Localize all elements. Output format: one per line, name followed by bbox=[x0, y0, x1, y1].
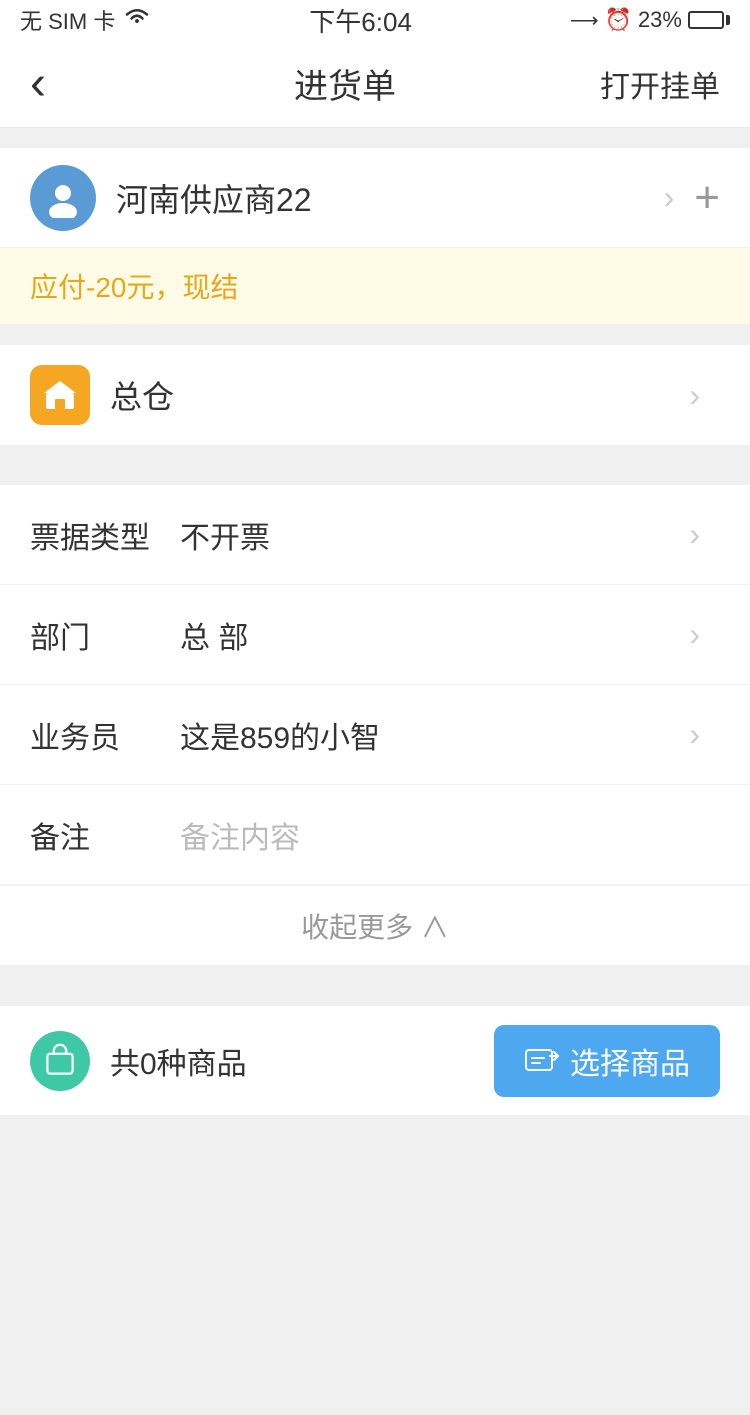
warehouse-row[interactable]: 总仓 › bbox=[0, 345, 750, 445]
product-icon bbox=[30, 1031, 90, 1091]
form-section: 票据类型 不开票 › 部门 总 部 › 业务员 这是859的小智 › 备注 备注… bbox=[0, 485, 750, 965]
supplier-chevron-icon: › bbox=[664, 179, 675, 216]
nav-bar: ‹ 进货单 打开挂单 bbox=[0, 40, 750, 128]
supplier-section: 河南供应商22 › + 应付-20元，现结 bbox=[0, 148, 750, 325]
remark-input[interactable]: 备注内容 bbox=[170, 813, 720, 857]
page-background bbox=[0, 1115, 750, 1415]
department-row[interactable]: 部门 总 部 › bbox=[0, 585, 750, 685]
department-value: 总 部 bbox=[170, 613, 689, 657]
warehouse-icon bbox=[30, 365, 90, 425]
wifi-icon bbox=[123, 7, 151, 33]
divider-4 bbox=[0, 965, 750, 985]
select-product-button[interactable]: 选择商品 bbox=[494, 1025, 720, 1097]
warehouse-chevron-icon: › bbox=[689, 377, 700, 414]
invoice-type-row[interactable]: 票据类型 不开票 › bbox=[0, 485, 750, 585]
salesperson-label: 业务员 bbox=[30, 713, 170, 757]
add-supplier-button[interactable]: + bbox=[694, 176, 720, 220]
status-bar: 无 SIM 卡 下午6:04 ⟶ ⏰ 23% bbox=[0, 0, 750, 40]
remark-row[interactable]: 备注 备注内容 bbox=[0, 785, 750, 885]
open-pending-button[interactable]: 打开挂单 bbox=[600, 62, 720, 106]
invoice-type-label: 票据类型 bbox=[30, 513, 170, 557]
bottom-bar: 共0种商品 选择商品 bbox=[0, 1005, 750, 1115]
salesperson-row[interactable]: 业务员 这是859的小智 › bbox=[0, 685, 750, 785]
back-button[interactable]: ‹ bbox=[30, 56, 90, 111]
supplier-row[interactable]: 河南供应商22 › + bbox=[0, 148, 750, 248]
location-icon: ⟶ bbox=[570, 8, 599, 33]
department-chevron-icon: › bbox=[689, 616, 700, 653]
page-title: 进货单 bbox=[294, 59, 396, 108]
salesperson-chevron-icon: › bbox=[689, 716, 700, 753]
battery-icon bbox=[688, 11, 730, 29]
department-label: 部门 bbox=[30, 613, 170, 657]
select-btn-label: 选择商品 bbox=[570, 1039, 690, 1083]
battery-percent: 23% bbox=[638, 7, 682, 33]
salesperson-value: 这是859的小智 bbox=[170, 713, 689, 757]
status-right: ⟶ ⏰ 23% bbox=[570, 7, 730, 33]
collapse-label: 收起更多 ∧ bbox=[301, 906, 449, 946]
alarm-icon: ⏰ bbox=[605, 7, 632, 33]
supplier-notice: 应付-20元，现结 bbox=[0, 248, 750, 325]
collapse-button[interactable]: 收起更多 ∧ bbox=[0, 885, 750, 965]
carrier-label: 无 SIM 卡 bbox=[20, 4, 115, 36]
divider-3 bbox=[0, 445, 750, 465]
invoice-type-value: 不开票 bbox=[170, 513, 689, 557]
status-left: 无 SIM 卡 bbox=[20, 4, 151, 36]
warehouse-section: 总仓 › bbox=[0, 345, 750, 445]
invoice-chevron-icon: › bbox=[689, 516, 700, 553]
remark-label: 备注 bbox=[30, 813, 170, 857]
status-time: 下午6:04 bbox=[309, 2, 412, 39]
supplier-name: 河南供应商22 bbox=[116, 175, 664, 221]
product-count-label: 共0种商品 bbox=[110, 1039, 494, 1083]
divider-1 bbox=[0, 128, 750, 148]
divider-2 bbox=[0, 325, 750, 345]
warehouse-name: 总仓 bbox=[110, 372, 689, 418]
supplier-avatar bbox=[30, 165, 96, 231]
